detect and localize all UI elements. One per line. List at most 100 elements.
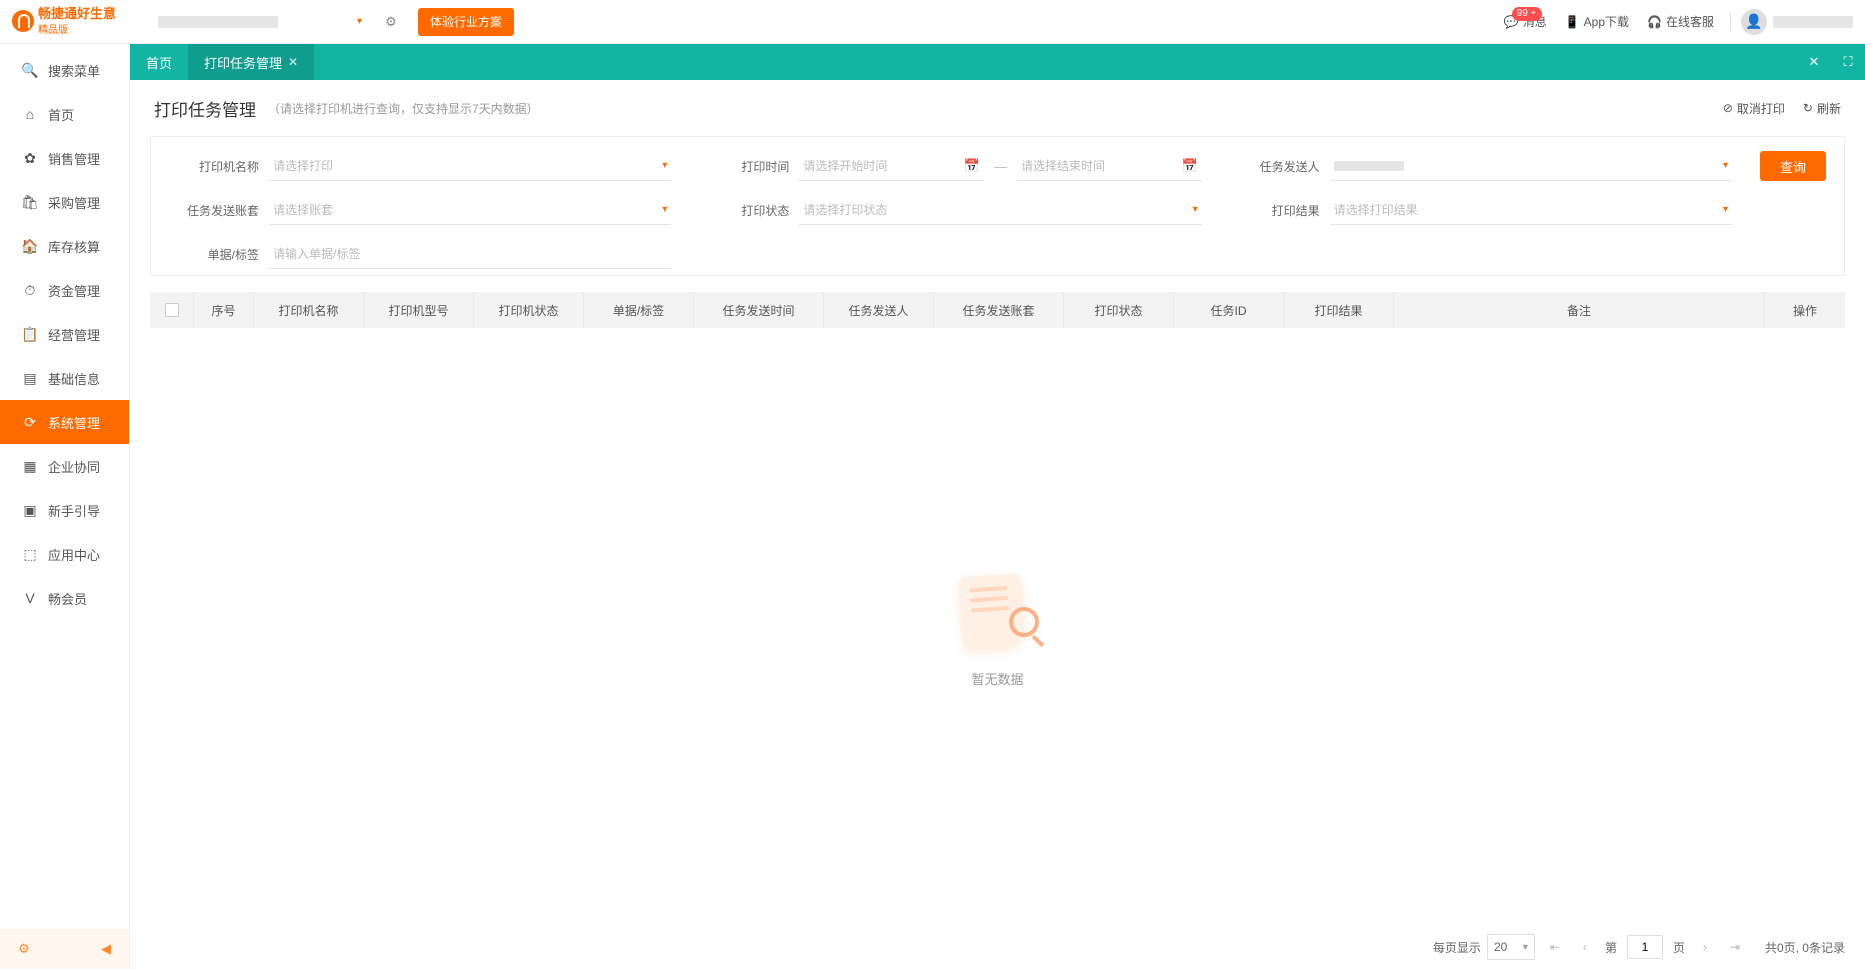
- sidebar-footer: ⚙ ◀: [0, 929, 129, 969]
- user-avatar[interactable]: 👤: [1741, 9, 1767, 35]
- brand-sub: 精品版: [38, 21, 116, 36]
- first-page-button[interactable]: ⇤: [1545, 937, 1565, 957]
- print-status-placeholder: 请选择打印状态: [803, 201, 887, 218]
- sidebar-item-icon: 🏠: [22, 238, 38, 254]
- brand-logo[interactable]: 畅捷通好生意 精品版: [12, 7, 130, 36]
- refresh-icon: ↻: [1803, 101, 1813, 115]
- settings-icon[interactable]: ⚙: [376, 7, 406, 37]
- page-size-select[interactable]: 20 ▾: [1487, 934, 1535, 960]
- sender-account-select[interactable]: 请选择账套 ▾: [269, 195, 671, 225]
- fullscreen-icon[interactable]: ⛶: [1831, 44, 1865, 80]
- page-header: 打印任务管理 （请选择打印机进行查询，仅支持显示7天内数据） ⊘ 取消打印 ↻ …: [130, 80, 1865, 136]
- sidebar-settings-icon[interactable]: ⚙: [18, 941, 30, 957]
- column-header: 单据/标签: [584, 292, 694, 328]
- filter-doc-tag: 单据/标签 请输入单据/标签: [169, 239, 671, 269]
- refresh-button[interactable]: ↻ 刷新: [1803, 100, 1841, 117]
- column-header: 任务发送人: [824, 292, 934, 328]
- column-header: 打印机状态: [474, 292, 584, 328]
- sidebar-item-icon: ⌂: [22, 106, 38, 122]
- online-service-label: 在线客服: [1666, 13, 1714, 30]
- last-page-button[interactable]: ⇥: [1725, 937, 1745, 957]
- filter-sender: 任务发送人 ▾: [1230, 151, 1732, 181]
- sidebar-collapse-icon[interactable]: ◀: [101, 941, 111, 957]
- print-result-select[interactable]: 请选择打印结果 ▾: [1330, 195, 1732, 225]
- filter-card: 打印机名称 请选择打印 ▾ 打印时间 请选择开始时间 📅: [150, 136, 1845, 276]
- column-header: 打印状态: [1064, 292, 1174, 328]
- select-all-checkbox[interactable]: [165, 303, 179, 317]
- tab-1[interactable]: 打印任务管理✕: [188, 44, 314, 80]
- online-service-button[interactable]: 🎧 在线客服: [1647, 13, 1714, 30]
- page-input[interactable]: [1627, 935, 1663, 959]
- industry-plan-button[interactable]: 体验行业方案: [418, 8, 514, 36]
- start-time-input[interactable]: 请选择开始时间 📅: [799, 151, 984, 181]
- sidebar-item-0[interactable]: 🔍 搜索菜单: [0, 48, 129, 92]
- printer-name-placeholder: 请选择打印: [273, 157, 333, 174]
- sidebar-item-6[interactable]: 📋 经营管理: [0, 312, 129, 356]
- sidebar-item-7[interactable]: ▤ 基础信息: [0, 356, 129, 400]
- app-download-button[interactable]: 📱 App下载: [1565, 13, 1629, 30]
- sidebar-item-icon: 🔍: [22, 62, 38, 78]
- sender-select[interactable]: ▾: [1330, 151, 1732, 181]
- tab-close-all-icon[interactable]: ✕: [1797, 44, 1831, 80]
- sidebar-item-label: 首页: [48, 105, 74, 124]
- sidebar-item-11[interactable]: ⬚ 应用中心: [0, 532, 129, 576]
- column-header: 打印机型号: [364, 292, 474, 328]
- filter-printer-name: 打印机名称 请选择打印 ▾: [169, 151, 671, 181]
- page-title: 打印任务管理: [154, 96, 256, 121]
- query-button[interactable]: 查询: [1760, 151, 1826, 181]
- column-header: 序号: [194, 292, 254, 328]
- column-header: 备注: [1394, 292, 1765, 328]
- sidebar-item-8[interactable]: ⟳ 系统管理: [0, 400, 129, 444]
- sidebar-item-icon: ✿: [22, 150, 38, 166]
- chevron-down-icon: ▾: [662, 204, 667, 215]
- refresh-label: 刷新: [1817, 100, 1841, 117]
- sidebar-item-icon: 🛍: [22, 194, 38, 210]
- table-body-empty: 暂无数据: [150, 328, 1845, 925]
- close-icon[interactable]: ✕: [288, 55, 298, 69]
- messages-button[interactable]: 💬 消息 99 +: [1504, 13, 1547, 30]
- per-page-label: 每页显示: [1433, 939, 1481, 956]
- page-suffix: 页: [1673, 939, 1685, 956]
- print-status-select[interactable]: 请选择打印状态 ▾: [799, 195, 1201, 225]
- sidebar-item-label: 企业协同: [48, 457, 100, 476]
- prev-page-button[interactable]: ‹: [1575, 937, 1595, 957]
- sidebar-item-10[interactable]: ▣ 新手引导: [0, 488, 129, 532]
- sidebar: 🔍 搜索菜单⌂ 首页✿ 销售管理🛍 采购管理🏠 库存核算⏱ 资金管理📋 经营管理…: [0, 44, 130, 969]
- page-prefix: 第: [1605, 939, 1617, 956]
- filter-label: 打印时间: [699, 158, 789, 175]
- filter-label: 单据/标签: [169, 246, 259, 263]
- sidebar-item-label: 经营管理: [48, 325, 100, 344]
- filter-label: 打印状态: [699, 202, 789, 219]
- sidebar-item-label: 库存核算: [48, 237, 100, 256]
- org-select[interactable]: ▾: [150, 7, 370, 37]
- sidebar-item-icon: ▦: [22, 458, 38, 474]
- brand-icon: [12, 10, 34, 32]
- sidebar-item-9[interactable]: ▦ 企业协同: [0, 444, 129, 488]
- sidebar-item-5[interactable]: ⏱ 资金管理: [0, 268, 129, 312]
- chevron-down-icon: ▾: [357, 16, 362, 27]
- sidebar-item-3[interactable]: 🛍 采购管理: [0, 180, 129, 224]
- tab-label: 首页: [146, 53, 172, 72]
- sidebar-item-12[interactable]: V 畅会员: [0, 576, 129, 620]
- doc-tag-input[interactable]: 请输入单据/标签: [269, 239, 671, 269]
- end-time-input[interactable]: 请选择结束时间 📅: [1017, 151, 1202, 181]
- chevron-down-icon: ▾: [1523, 942, 1528, 953]
- sidebar-item-4[interactable]: 🏠 库存核算: [0, 224, 129, 268]
- sidebar-item-label: 采购管理: [48, 193, 100, 212]
- cancel-print-button[interactable]: ⊘ 取消打印: [1723, 100, 1785, 117]
- filter-label: 任务发送人: [1230, 158, 1320, 175]
- sidebar-item-2[interactable]: ✿ 销售管理: [0, 136, 129, 180]
- headset-icon: 🎧: [1647, 15, 1662, 29]
- sidebar-item-icon: ▣: [22, 502, 38, 518]
- tab-0[interactable]: 首页: [130, 44, 188, 80]
- app-download-label: App下载: [1584, 13, 1629, 30]
- empty-illustration: [943, 565, 1053, 655]
- next-page-button[interactable]: ›: [1695, 937, 1715, 957]
- topbar-divider: [1730, 13, 1731, 31]
- date-separator: —: [994, 159, 1007, 174]
- sidebar-item-1[interactable]: ⌂ 首页: [0, 92, 129, 136]
- doc-tag-placeholder: 请输入单据/标签: [273, 245, 360, 262]
- user-name[interactable]: [1773, 16, 1853, 28]
- printer-name-select[interactable]: 请选择打印 ▾: [269, 151, 671, 181]
- filter-print-result: 打印结果 请选择打印结果 ▾: [1230, 195, 1732, 225]
